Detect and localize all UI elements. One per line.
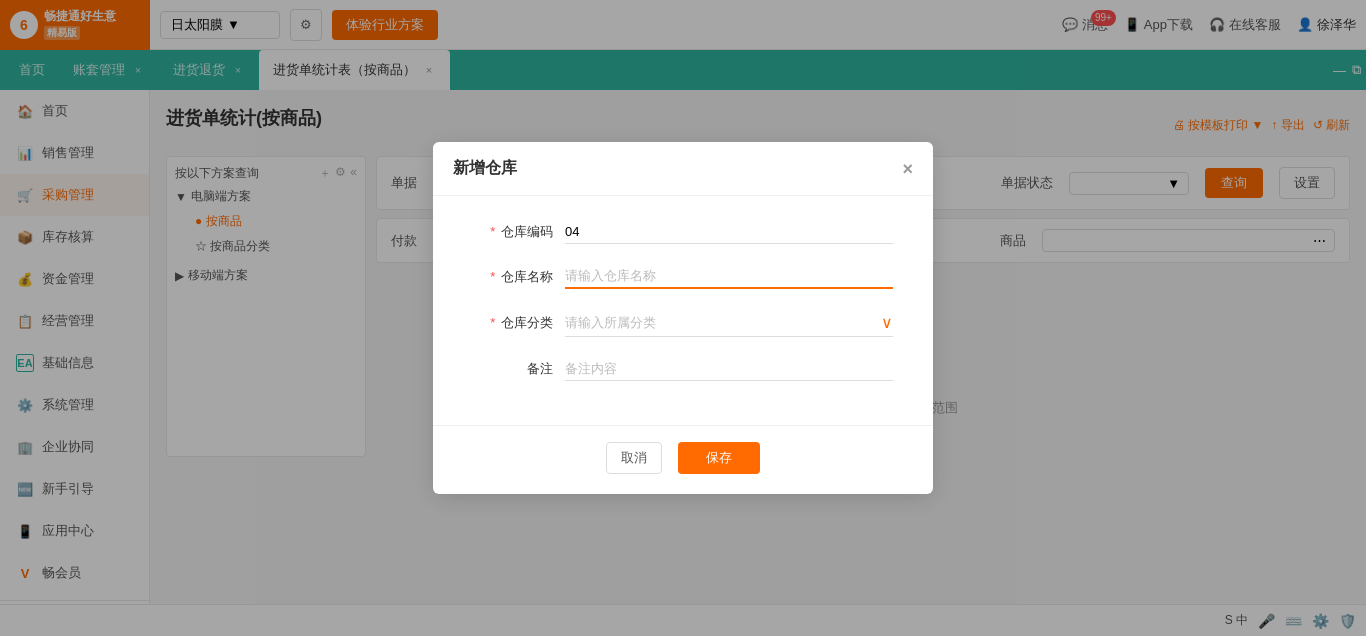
code-input[interactable]: [565, 220, 893, 244]
dialog-close-button[interactable]: ×: [902, 160, 913, 178]
save-button[interactable]: 保存: [678, 442, 760, 474]
add-warehouse-dialog: 新增仓库 × 仓库编码 仓库名称 仓库分类: [433, 142, 933, 494]
notes-input[interactable]: [565, 357, 893, 381]
modal-overlay: 新增仓库 × 仓库编码 仓库名称 仓库分类: [0, 0, 1366, 636]
dialog-footer: 取消 保存: [433, 425, 933, 494]
code-label: 仓库编码: [473, 223, 553, 241]
name-label: 仓库名称: [473, 268, 553, 286]
dialog-title: 新增仓库: [453, 158, 517, 179]
cancel-button[interactable]: 取消: [606, 442, 662, 474]
notes-label: 备注: [473, 360, 553, 378]
dialog-body: 仓库编码 仓库名称 仓库分类 请输入所属分类 ∨: [433, 196, 933, 425]
form-row-name: 仓库名称: [473, 264, 893, 289]
form-row-notes: 备注: [473, 357, 893, 381]
category-dropdown-icon: ∨: [881, 313, 893, 332]
name-input[interactable]: [565, 264, 893, 289]
dialog-header: 新增仓库 ×: [433, 142, 933, 196]
category-label: 仓库分类: [473, 314, 553, 332]
form-row-code: 仓库编码: [473, 220, 893, 244]
category-select[interactable]: 请输入所属分类 ∨: [565, 309, 893, 337]
form-row-category: 仓库分类 请输入所属分类 ∨: [473, 309, 893, 337]
